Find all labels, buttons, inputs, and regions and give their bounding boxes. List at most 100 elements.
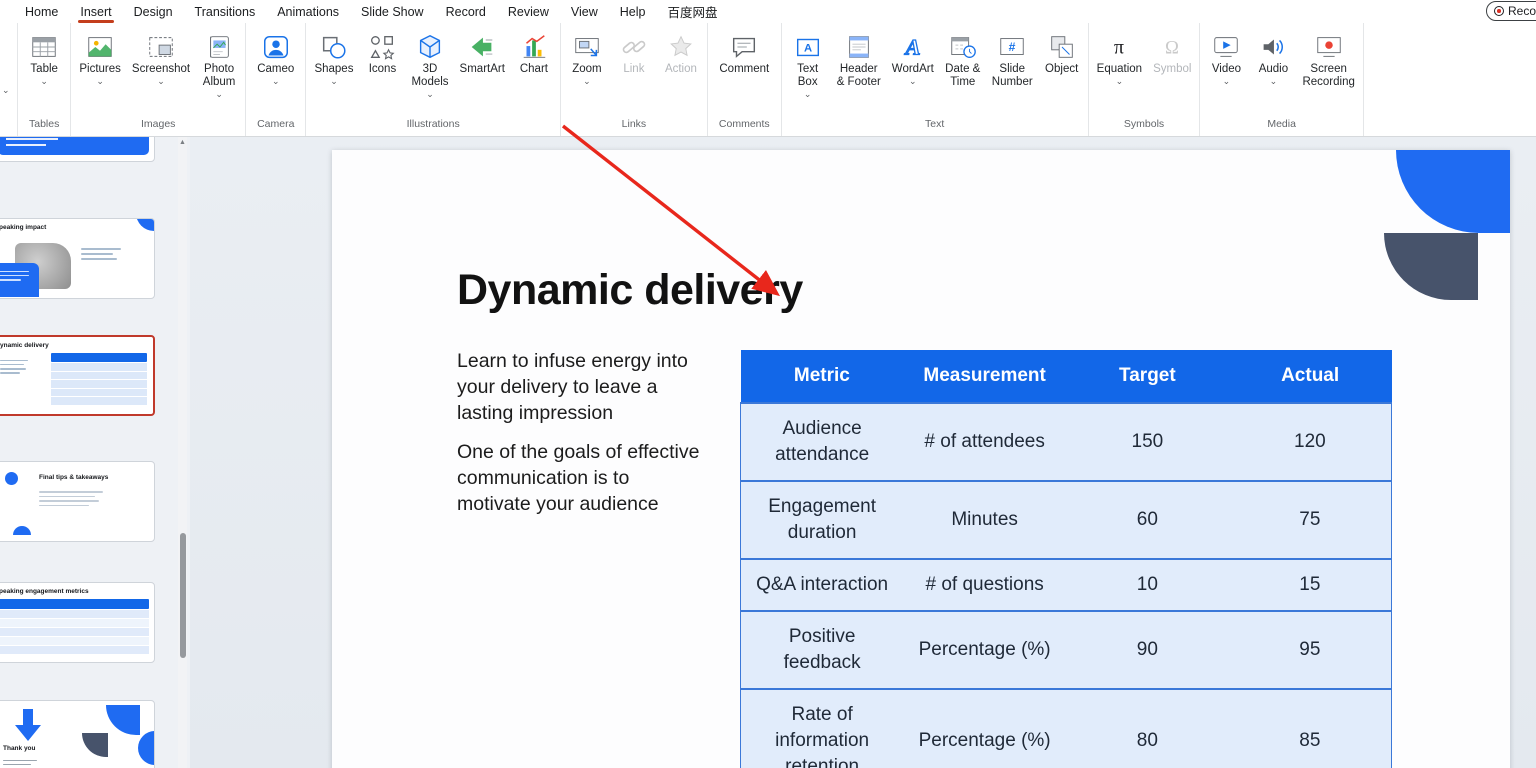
slide-thumbnail-5[interactable]: peaking engagement metrics: [0, 582, 155, 663]
menu-baidu-netdisk[interactable]: 百度网盘: [656, 0, 728, 25]
mini-table-header: [0, 599, 149, 609]
thumbnail-mini-table: [0, 599, 149, 654]
current-slide[interactable]: Dynamic delivery Learn to infuse energy …: [332, 150, 1510, 768]
slide-thumbnail-1[interactable]: [0, 137, 155, 162]
header-actual: Actual: [1228, 350, 1392, 403]
slide-body-text[interactable]: Learn to infuse energy into your deliver…: [457, 348, 701, 530]
menu-design[interactable]: Design: [123, 1, 184, 23]
wordart-button[interactable]: A WordArt ⌄: [887, 27, 939, 86]
menu-review[interactable]: Review: [497, 1, 560, 23]
header-metric: Metric: [740, 350, 904, 403]
menu-view[interactable]: View: [560, 1, 609, 23]
thumbnail-title: Final tips & takeaways: [39, 474, 109, 481]
cell: 15: [1228, 558, 1392, 611]
thumbnail-text-block: [0, 263, 39, 297]
slide-thumbnail-6[interactable]: Thank you: [0, 700, 155, 768]
slide-thumbnail-3-selected[interactable]: ynamic delivery: [0, 335, 155, 416]
text-line: [6, 138, 58, 140]
text-line: [39, 504, 89, 507]
ribbon-group-tables: Table ⌄ Tables: [18, 23, 72, 136]
symbol-icon: Ω: [1157, 30, 1187, 63]
thumbnail-mini-table: [51, 353, 147, 405]
chart-button[interactable]: Chart: [511, 27, 557, 77]
smartart-button[interactable]: SmartArt: [455, 27, 510, 77]
slide-title[interactable]: Dynamic delivery: [457, 266, 803, 315]
text-line: [81, 258, 117, 260]
thumbnail-text-lines: [0, 357, 30, 376]
scrollbar-thumb[interactable]: [179, 533, 186, 658]
text-line: [39, 495, 95, 498]
table-row: Audience attendance # of attendees 150 1…: [740, 402, 1392, 481]
header-target: Target: [1066, 350, 1229, 403]
icons-button[interactable]: Icons: [359, 27, 405, 77]
mini-table-row: [0, 645, 149, 654]
scroll-up-arrow-icon[interactable]: ▲: [178, 139, 187, 146]
slide-thumbnail-2[interactable]: peaking impact: [0, 218, 155, 299]
group-label-camera: Camera: [257, 118, 295, 130]
metrics-table[interactable]: Metric Measurement Target Actual Audienc…: [740, 350, 1392, 768]
petal-decoration: [136, 219, 154, 231]
menu-home[interactable]: Home: [14, 1, 69, 23]
action-icon: [666, 30, 696, 63]
cell: Rate of information retention: [740, 688, 904, 768]
cell: Engagement duration: [740, 480, 904, 559]
menu-slide-show[interactable]: Slide Show: [350, 1, 435, 23]
shapes-icon: [319, 30, 349, 63]
equation-button[interactable]: π Equation ⌄: [1092, 27, 1147, 86]
video-button[interactable]: Video ⌄: [1203, 27, 1249, 86]
group-label-comments: Comments: [718, 118, 770, 130]
table-button[interactable]: Table ⌄: [21, 27, 67, 86]
cell: 60: [1066, 480, 1229, 559]
shapes-button[interactable]: Shapes ⌄: [309, 27, 358, 86]
thumbnail-text-lines: [81, 245, 121, 263]
dropdown-chevron-icon: ⌄: [330, 76, 338, 86]
cell: 75: [1228, 480, 1392, 559]
pictures-icon: [85, 30, 115, 63]
object-button[interactable]: Object: [1039, 27, 1085, 77]
screen-recording-button[interactable]: Screen Recording: [1297, 27, 1359, 90]
petal-decoration: [106, 705, 140, 735]
smartart-icon: [467, 30, 497, 63]
link-icon: [619, 30, 649, 63]
zoom-button[interactable]: Zoom ⌄: [564, 27, 610, 86]
thumbnail-scrollbar[interactable]: ▲: [178, 137, 187, 768]
record-button[interactable]: Reco: [1486, 1, 1536, 21]
thumbnail-title: ynamic delivery: [0, 342, 49, 349]
dot-decoration: [5, 472, 18, 485]
ribbon-group-illustrations: Shapes ⌄ Icons 3D Models ⌄ SmartArt Char…: [306, 23, 561, 136]
text-box-button[interactable]: A Text Box ⌄: [785, 27, 831, 99]
header-footer-button[interactable]: Header & Footer: [832, 27, 886, 90]
mini-table-row: [51, 362, 147, 371]
cell: # of attendees: [903, 402, 1066, 481]
3d-models-button[interactable]: 3D Models ⌄: [406, 27, 453, 99]
photo-album-button[interactable]: Photo Album ⌄: [196, 27, 242, 99]
mini-table-header: [51, 353, 147, 362]
menu-help[interactable]: Help: [609, 1, 657, 23]
menu-insert[interactable]: Insert: [69, 1, 122, 23]
mini-table-row: [51, 396, 147, 405]
down-arrow-decoration: [15, 709, 41, 746]
text-line: [0, 270, 29, 273]
menu-record[interactable]: Record: [435, 1, 497, 23]
icons-icon: [367, 30, 397, 63]
petal-decoration: [138, 731, 154, 765]
mini-table-row: [51, 379, 147, 388]
svg-text:Ω: Ω: [1165, 37, 1179, 58]
text-line: [0, 278, 21, 281]
screenshot-button[interactable]: Screenshot ⌄: [127, 27, 195, 86]
cameo-button[interactable]: Cameo ⌄: [252, 27, 299, 86]
audio-button[interactable]: Audio ⌄: [1250, 27, 1296, 86]
menu-transitions[interactable]: Transitions: [184, 1, 267, 23]
cell: 85: [1228, 688, 1392, 768]
record-icon: [1494, 6, 1504, 16]
pictures-button[interactable]: Pictures ⌄: [74, 27, 126, 86]
comment-button[interactable]: Comment: [714, 27, 774, 77]
date-time-button[interactable]: Date & Time: [940, 27, 986, 90]
slide-thumbnail-4[interactable]: Final tips & takeaways: [0, 461, 155, 542]
dropdown-chevron-icon: ⌄: [909, 76, 917, 86]
text-line: [0, 372, 20, 374]
mini-table-row: [51, 370, 147, 380]
cell: Positive feedback: [740, 610, 904, 689]
menu-animations[interactable]: Animations: [266, 1, 350, 23]
slide-number-button[interactable]: # Slide Number: [987, 27, 1038, 90]
